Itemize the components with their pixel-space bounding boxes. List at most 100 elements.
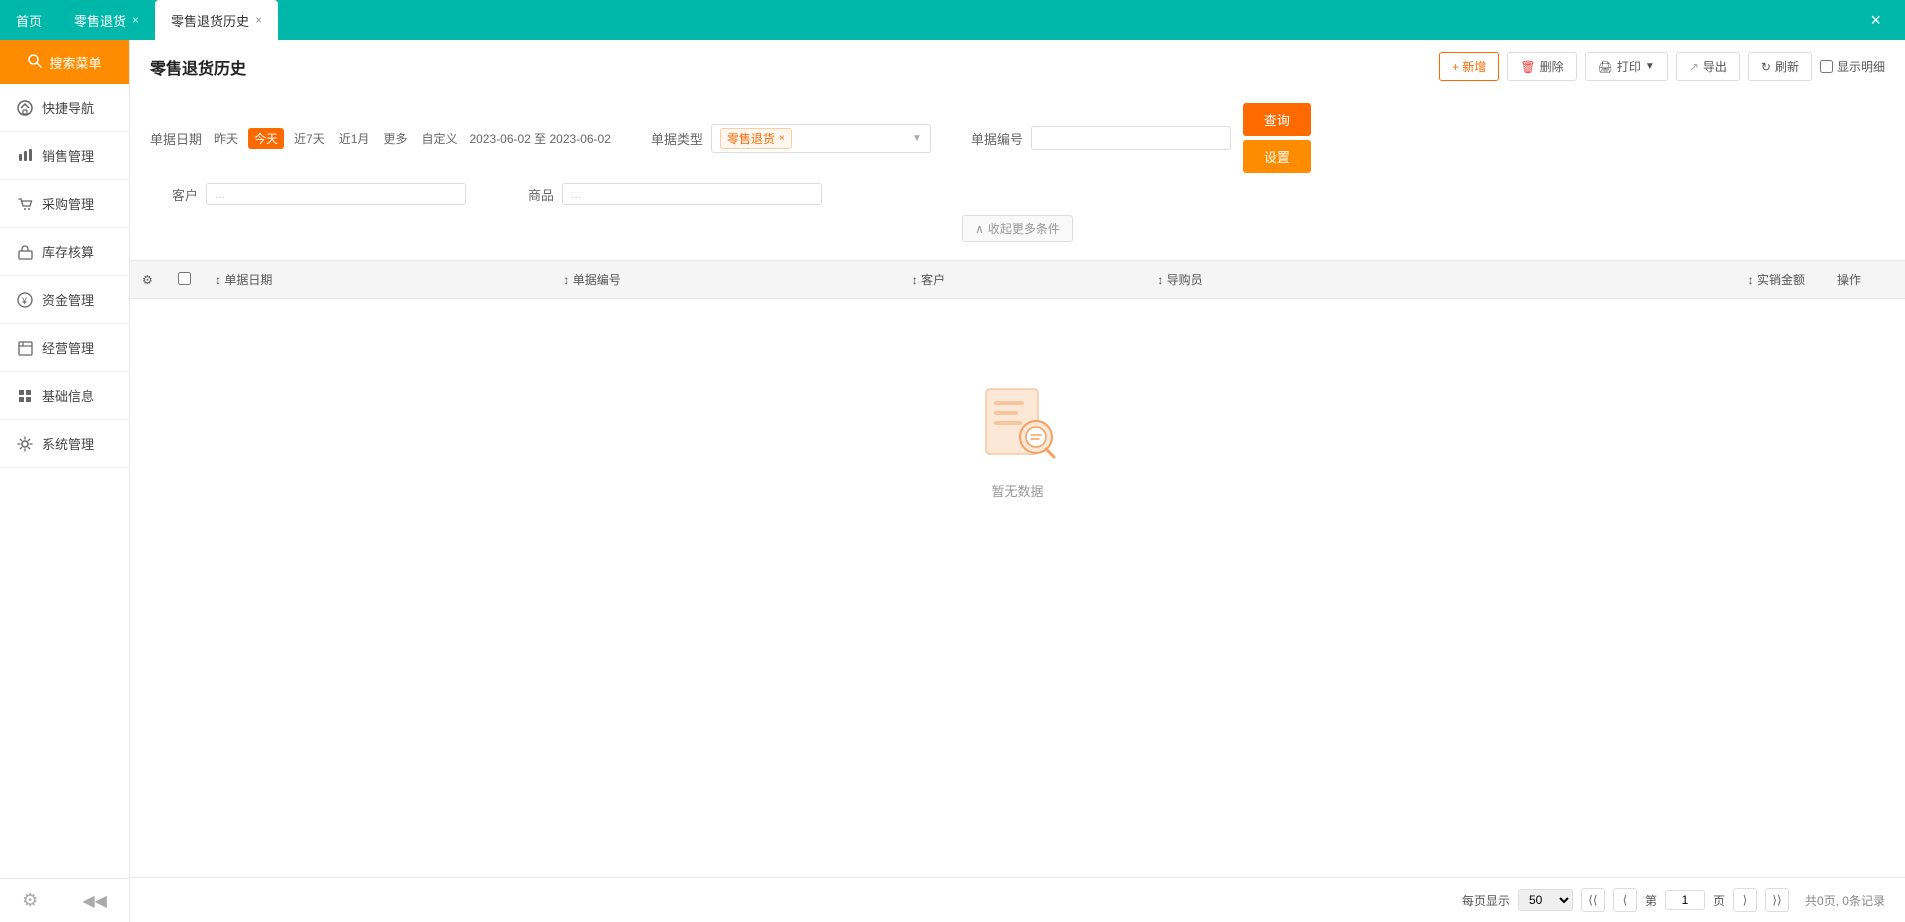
tab-label-retail-return: 零售退货 [74,11,126,30]
page-header: 零售退货历史 + 新增 🗑 删除 🖨 打印 ▼ ↗ 导出 [130,40,1905,261]
tab-home[interactable]: 首页 [0,0,58,40]
window-close-btn[interactable]: × [1862,10,1889,31]
tab-label-home: 首页 [16,11,42,30]
show-detail-checkbox[interactable] [1820,60,1833,73]
th-doc-date[interactable]: ↕ 单据日期 [203,261,551,299]
sidebar-label-purchase-mgmt: 采购管理 [42,194,94,213]
add-button[interactable]: + 新增 [1439,52,1499,81]
collapse-icon: ∧ [975,222,984,236]
date-yesterday[interactable]: 昨天 [210,128,242,149]
toolbar: + 新增 🗑 删除 🖨 打印 ▼ ↗ 导出 ↻ [1439,52,1885,81]
date-today[interactable]: 今天 [248,128,284,149]
sidebar-item-inventory[interactable]: 库存核算 [0,228,129,276]
date-7days[interactable]: 近7天 [290,128,329,149]
date-custom[interactable]: 自定义 [417,128,461,149]
first-page-btn[interactable]: ⟨⟨ [1581,888,1605,912]
docno-input[interactable] [1031,126,1231,150]
show-detail-checkbox-label: 显示明细 [1820,58,1885,75]
date-range-display: 2023-06-02 至 2023-06-02 [469,130,610,147]
print-dropdown-icon: ▼ [1645,61,1655,72]
system-icon [16,435,34,453]
filter-row-date: 单据日期 昨天 今天 近7天 近1月 更多 自定义 2023-06-02 至 2… [150,103,1885,173]
svg-text:¥: ¥ [21,296,28,306]
main-content: 零售退货历史 + 新增 🗑 删除 🖨 打印 ▼ ↗ 导出 [130,40,1905,922]
th-guide[interactable]: ↕ 导购员 [1145,261,1442,299]
goods-select[interactable]: ... [562,183,822,205]
delete-button[interactable]: 🗑 删除 [1507,52,1576,81]
sidebar-label-finance: 资金管理 [42,290,94,309]
top-bar: 首页 零售退货 × 零售退货历史 × × [0,0,1905,40]
operations-icon [16,339,34,357]
th-checkbox [166,261,203,299]
sidebar-search-label: 搜索菜单 [49,53,101,72]
tab-close-retail-return-history[interactable]: × [255,13,262,27]
doctype-tag-close[interactable]: × [779,133,785,144]
select-all-checkbox[interactable] [178,272,191,285]
sidebar-label-operations: 经营管理 [42,338,94,357]
sidebar: 搜索菜单 快捷导航 销售管理 采购管理 库存核算 ¥ 资金管理 经营管理 [0,40,130,922]
volume-icon[interactable]: ◀◀ [82,891,107,911]
finance-icon: ¥ [16,291,34,309]
sidebar-item-finance[interactable]: ¥ 资金管理 [0,276,129,324]
customer-select[interactable]: ... [206,183,466,205]
sidebar-label-inventory: 库存核算 [42,242,94,261]
th-doc-no[interactable]: ↕ 单据编号 [551,261,899,299]
page-suffix: 页 [1713,892,1725,909]
page-label: 第 [1645,892,1657,909]
refresh-button[interactable]: ↻ 刷新 [1748,52,1812,81]
sidebar-label-base-info: 基础信息 [42,386,94,405]
sidebar-item-sales-mgmt[interactable]: 销售管理 [0,132,129,180]
th-settings[interactable]: ⚙ [130,261,166,299]
per-page-label: 每页显示 [1462,892,1510,909]
export-icon: ↗ [1689,60,1699,74]
main-layout: 搜索菜单 快捷导航 销售管理 采购管理 库存核算 ¥ 资金管理 经营管理 [0,40,1905,922]
next-page-btn[interactable]: ⟩ [1733,888,1757,912]
top-bar-right: × [1862,10,1905,31]
sidebar-item-purchase-mgmt[interactable]: 采购管理 [0,180,129,228]
goods-placeholder: ... [571,187,581,201]
refresh-icon: ↻ [1761,60,1771,74]
collapse-filter-btn[interactable]: ∧ 收起更多条件 [962,215,1073,242]
empty-illustration [968,379,1068,469]
filter-row-customer: 客户 ... 商品 ... [150,183,1885,205]
doctype-tag: 零售退货 × [720,128,792,149]
sidebar-item-operations[interactable]: 经营管理 [0,324,129,372]
settings-filter-button[interactable]: 设置 [1243,140,1311,173]
sidebar-item-system[interactable]: 系统管理 [0,420,129,468]
print-icon: 🖨 [1598,60,1613,74]
per-page-select[interactable]: 50 20 100 [1518,889,1573,911]
last-page-btn[interactable]: ⟩⟩ [1765,888,1789,912]
sidebar-item-quick-nav[interactable]: 快捷导航 [0,84,129,132]
page-input[interactable]: 1 [1665,890,1705,910]
table-footer: 每页显示 50 20 100 ⟨⟨ ⟨ 第 1 页 ⟩ ⟩⟩ 共0页, 0条记录 [130,877,1905,922]
inventory-icon [16,243,34,261]
docno-filter-label: 单据编号 [971,129,1031,148]
sidebar-label-system: 系统管理 [42,434,94,453]
date-1month[interactable]: 近1月 [335,128,374,149]
customer-filter-label: 客户 [150,185,206,204]
export-button[interactable]: ↗ 导出 [1676,52,1740,81]
tab-retail-return-history[interactable]: 零售退货历史 × [155,0,278,40]
tab-close-retail-return[interactable]: × [132,13,139,27]
date-more[interactable]: 更多 [379,128,411,149]
tab-retail-return[interactable]: 零售退货 × [58,0,155,40]
pagination-summary: 共0页, 0条记录 [1805,892,1885,909]
empty-state: 暂无数据 [130,299,1905,580]
sidebar-label-sales-mgmt: 销售管理 [42,146,94,165]
empty-label: 暂无数据 [991,481,1043,500]
query-button[interactable]: 查询 [1243,103,1311,136]
th-amount[interactable]: ↕ 实销金额 [1442,261,1825,299]
print-button[interactable]: 🖨 打印 ▼ [1585,52,1668,81]
th-customer[interactable]: ↕ 客户 [900,261,1146,299]
sidebar-search-btn[interactable]: 搜索菜单 [0,40,129,84]
tab-label-retail-return-history: 零售退货历史 [171,11,249,30]
th-actions: 操作 [1825,261,1905,299]
prev-page-btn[interactable]: ⟨ [1613,888,1637,912]
doctype-filter-label: 单据类型 [651,129,711,148]
sidebar-bottom: ⚙ ◀◀ [0,878,129,922]
sidebar-item-base-info[interactable]: 基础信息 [0,372,129,420]
settings-icon[interactable]: ⚙ [22,890,38,911]
sidebar-label-quick-nav: 快捷导航 [42,98,94,117]
doctype-dropdown-icon: ▼ [912,133,922,144]
doctype-select[interactable]: 零售退货 × ▼ [711,124,931,153]
